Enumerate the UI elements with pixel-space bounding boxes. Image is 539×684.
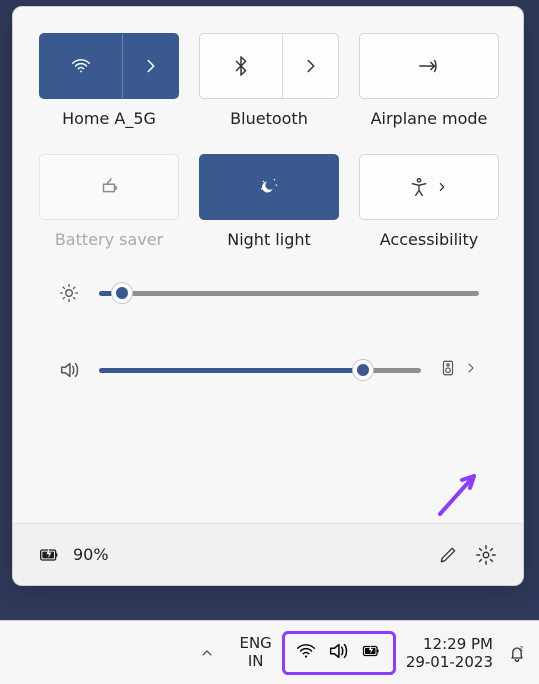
tile-bluetooth-wrap: Bluetooth (199, 33, 339, 128)
tile-nightlight-wrap: Night light (199, 154, 339, 249)
system-tray-highlighted[interactable] (282, 631, 396, 675)
brightness-slider-row (57, 283, 479, 303)
tray-volume-icon[interactable] (327, 640, 349, 666)
wifi-icon (40, 55, 122, 77)
bluetooth-icon (200, 55, 282, 77)
audio-output-icon[interactable] (439, 357, 457, 383)
tile-airplane-wrap: Airplane mode (359, 33, 499, 128)
volume-slider[interactable] (99, 368, 421, 373)
tile-nightlight-label: Night light (227, 230, 311, 249)
notifications-button[interactable]: z (503, 639, 531, 667)
tile-wifi-wrap: Home A_5G (39, 33, 179, 128)
edit-quick-settings-button[interactable] (429, 536, 467, 574)
tile-airplane-label: Airplane mode (371, 109, 488, 128)
gear-icon (475, 544, 497, 566)
brightness-icon (57, 283, 81, 303)
svg-text:z: z (520, 644, 524, 652)
tile-airplane[interactable] (359, 33, 499, 99)
airplane-icon (360, 55, 498, 77)
clock-date: 29-01-2023 (406, 653, 493, 671)
taskbar: ENG IN 12:29 PM 29-01-2023 z (0, 620, 539, 684)
tile-accessibility-wrap: Accessibility (359, 154, 499, 249)
battery-icon (35, 545, 63, 565)
tile-wifi-label: Home A_5G (62, 109, 156, 128)
accessibility-icon (360, 177, 498, 197)
quick-tiles-grid: Home A_5G Bluetooth Airplane mode (13, 7, 523, 259)
wifi-expand[interactable] (122, 34, 178, 98)
tile-battery-saver (39, 154, 179, 220)
tile-bluetooth[interactable] (199, 33, 339, 99)
settings-button[interactable] (467, 536, 505, 574)
clock-time: 12:29 PM (423, 635, 493, 653)
tile-battery-wrap: Battery saver (39, 154, 179, 249)
chevron-right-icon (140, 55, 162, 77)
tray-battery-icon[interactable] (359, 642, 383, 664)
bluetooth-expand[interactable] (282, 34, 338, 98)
quick-settings-footer: 90% (13, 523, 523, 585)
notification-dnd-icon: z (507, 643, 527, 663)
chevron-right-icon (463, 360, 479, 376)
volume-icon (57, 359, 81, 381)
tile-accessibility[interactable] (359, 154, 499, 220)
tray-wifi-icon[interactable] (295, 640, 317, 666)
tile-battery-label: Battery saver (55, 230, 163, 249)
chevron-right-icon (435, 180, 449, 194)
tile-bluetooth-label: Bluetooth (230, 109, 308, 128)
volume-slider-row (57, 357, 479, 383)
taskbar-clock[interactable]: 12:29 PM 29-01-2023 (396, 635, 503, 671)
pencil-icon (438, 545, 458, 565)
chevron-up-icon (199, 645, 215, 661)
sliders-region (13, 259, 523, 523)
battery-percent: 90% (73, 545, 109, 564)
audio-output-expand[interactable] (463, 360, 479, 380)
battery-status[interactable]: 90% (35, 545, 429, 565)
tray-overflow-button[interactable] (193, 639, 221, 667)
battery-saver-icon (40, 176, 178, 198)
quick-settings-panel: Home A_5G Bluetooth Airplane mode (12, 6, 524, 586)
lang-secondary: IN (248, 653, 264, 670)
brightness-slider[interactable] (99, 291, 479, 296)
chevron-right-icon (300, 55, 322, 77)
language-indicator[interactable]: ENG IN (229, 635, 281, 670)
tile-night-light[interactable] (199, 154, 339, 220)
tile-wifi[interactable] (39, 33, 179, 99)
night-light-icon (200, 176, 338, 198)
tile-accessibility-label: Accessibility (380, 230, 478, 249)
lang-primary: ENG (239, 635, 271, 652)
